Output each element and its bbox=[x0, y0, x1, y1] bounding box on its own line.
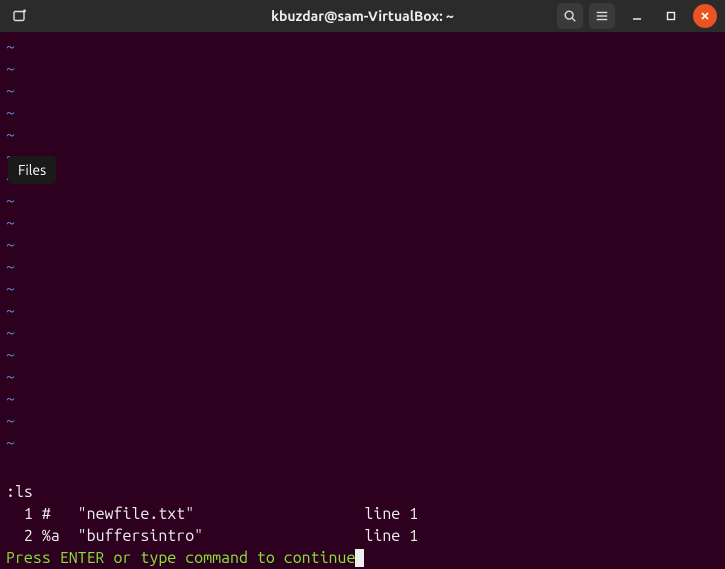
vim-buffer-entry: 2 %a "buffersintro" line 1 bbox=[6, 525, 719, 547]
maximize-icon bbox=[665, 10, 677, 22]
vim-buffer-list: 1 # "newfile.txt" line 1 2 %a "buffersin… bbox=[6, 503, 719, 547]
vim-command-output: :ls 1 # "newfile.txt" line 1 2 %a "buffe… bbox=[6, 481, 719, 569]
close-icon bbox=[699, 10, 711, 22]
vim-tilde-line: ~ bbox=[6, 102, 719, 124]
new-tab-button[interactable] bbox=[8, 4, 32, 28]
terminal-cursor bbox=[355, 549, 364, 567]
window-titlebar: kbuzdar@sam-VirtualBox: ~ bbox=[0, 0, 725, 32]
vim-tilde-line: ~ bbox=[6, 388, 719, 410]
vim-tilde-line: ~ bbox=[6, 80, 719, 102]
minimize-icon bbox=[631, 10, 643, 22]
titlebar-left bbox=[8, 4, 32, 28]
hamburger-icon bbox=[595, 9, 609, 23]
new-tab-icon bbox=[12, 8, 28, 24]
minimize-button[interactable] bbox=[625, 4, 649, 28]
vim-prompt-line: Press ENTER or type command to continue bbox=[6, 547, 719, 569]
vim-tilde-line: ~ bbox=[6, 432, 719, 454]
vim-buffer-entry: 1 # "newfile.txt" line 1 bbox=[6, 503, 719, 525]
vim-tilde-line: ~ bbox=[6, 212, 719, 234]
vim-tilde-line: ~ bbox=[6, 366, 719, 388]
terminal-viewport[interactable]: ~~~~~~~~~~~~~~~~~~~ :ls 1 # "newfile.txt… bbox=[0, 32, 725, 569]
vim-tilde-line: ~ bbox=[6, 234, 719, 256]
files-tooltip: Files bbox=[8, 156, 56, 184]
window-title: kbuzdar@sam-VirtualBox: ~ bbox=[271, 8, 454, 24]
vim-tilde-line: ~ bbox=[6, 146, 719, 168]
vim-tilde-line: ~ bbox=[6, 278, 719, 300]
search-button[interactable] bbox=[557, 3, 583, 29]
vim-tilde-line: ~ bbox=[6, 36, 719, 58]
vim-tilde-line: ~ bbox=[6, 322, 719, 344]
vim-tilde-line: ~ bbox=[6, 58, 719, 80]
vim-prompt-text: Press ENTER or type command to continue bbox=[6, 547, 355, 569]
vim-tilde-line: ~ bbox=[6, 190, 719, 212]
close-button[interactable] bbox=[693, 4, 717, 28]
vim-tilde-line: ~ bbox=[6, 168, 719, 190]
vim-tilde-line: ~ bbox=[6, 344, 719, 366]
vim-tilde-line: ~ bbox=[6, 256, 719, 278]
titlebar-right bbox=[557, 3, 717, 29]
vim-command-line: :ls bbox=[6, 481, 719, 503]
vim-tilde-line: ~ bbox=[6, 124, 719, 146]
maximize-button[interactable] bbox=[659, 4, 683, 28]
search-icon bbox=[563, 9, 577, 23]
vim-tilde-line: ~ bbox=[6, 300, 719, 322]
menu-button[interactable] bbox=[589, 3, 615, 29]
vim-tilde-line: ~ bbox=[6, 410, 719, 432]
vim-empty-lines: ~~~~~~~~~~~~~~~~~~~ bbox=[6, 36, 719, 454]
